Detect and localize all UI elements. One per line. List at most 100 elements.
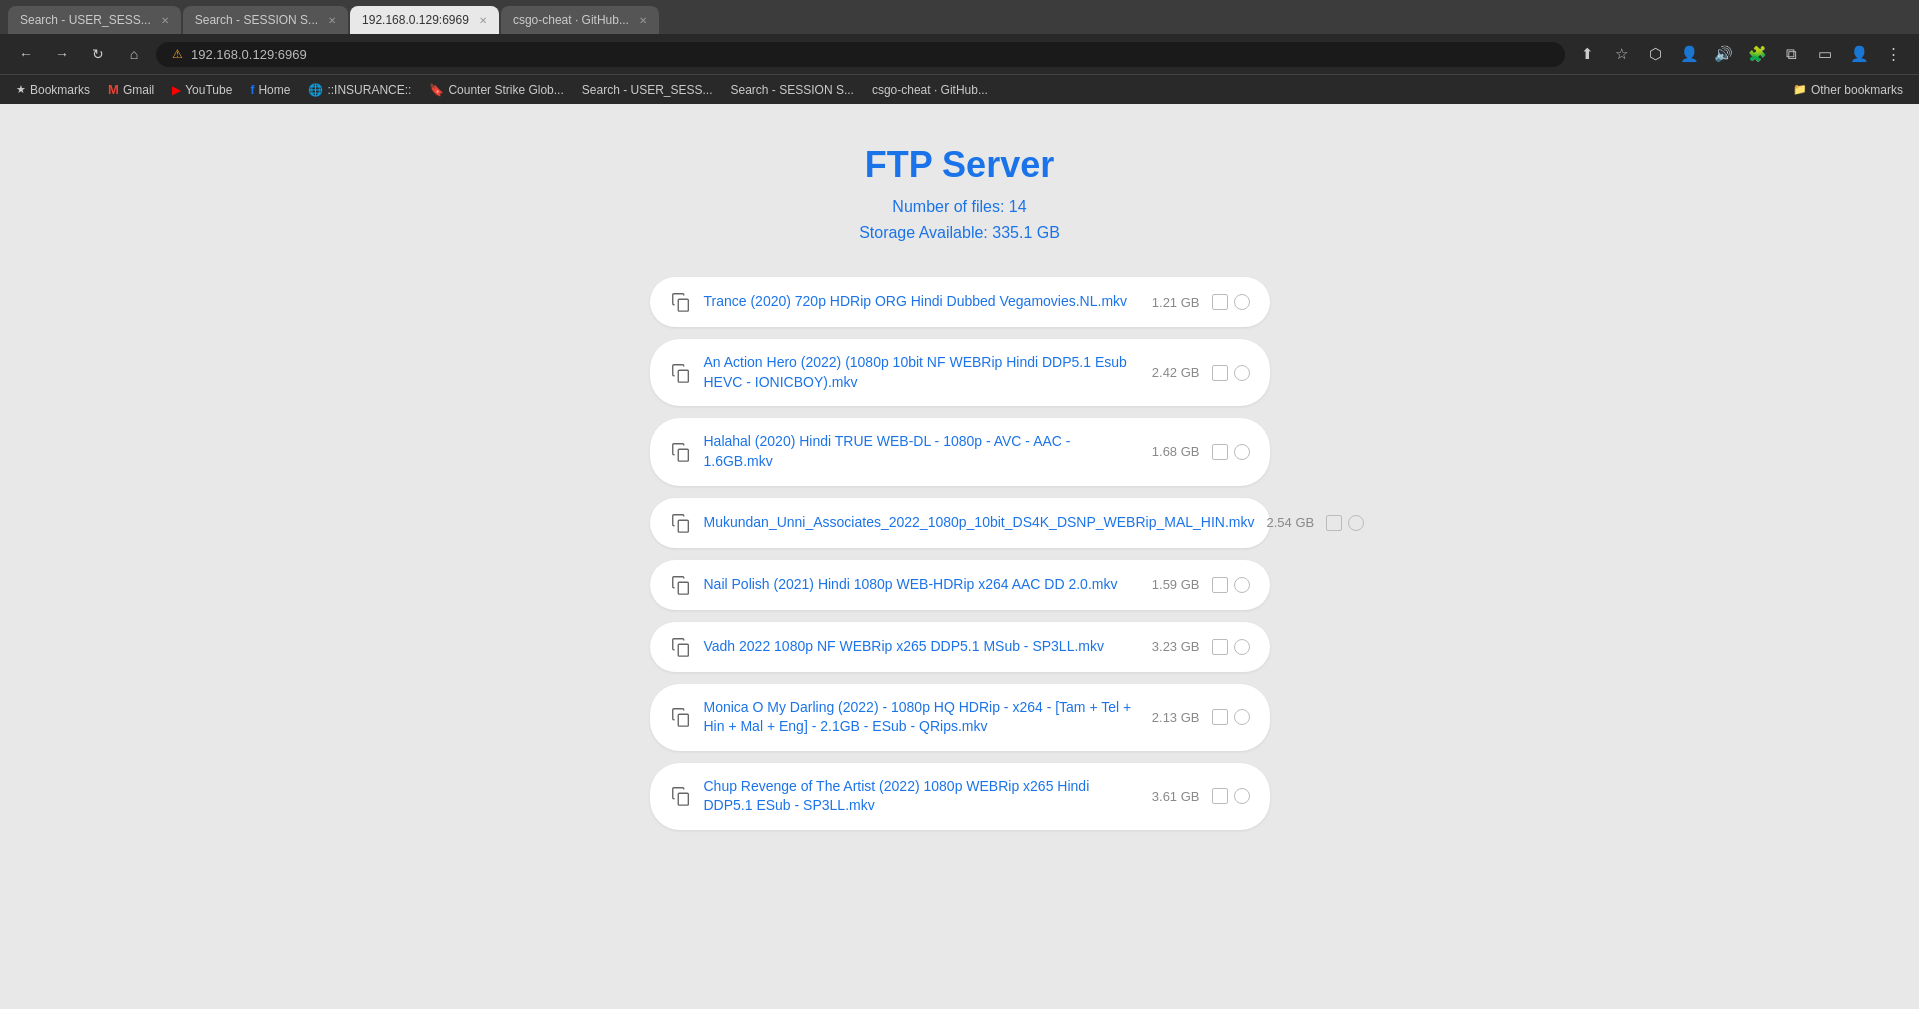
svg-rect-5 — [678, 644, 688, 656]
menu-icon[interactable]: ⋮ — [1879, 40, 1907, 68]
bookmark-home[interactable]: f Home — [242, 81, 298, 99]
file-size: 2.13 GB — [1152, 710, 1200, 725]
home-button[interactable]: ⌂ — [120, 40, 148, 68]
file-radio[interactable] — [1234, 788, 1250, 804]
address-bar[interactable]: ⚠ 192.168.0.129:6969 — [156, 42, 1565, 67]
forward-button[interactable]: → — [48, 40, 76, 68]
file-checkbox[interactable] — [1212, 788, 1228, 804]
file-radio[interactable] — [1234, 365, 1250, 381]
file-name[interactable]: Vadh 2022 1080p NF WEBRip x265 DDP5.1 MS… — [704, 637, 1140, 657]
file-name[interactable]: Chup Revenge of The Artist (2022) 1080p … — [704, 777, 1140, 816]
tab-ftp[interactable]: 192.168.0.129:6969 ✕ — [350, 6, 499, 34]
file-size: 1.59 GB — [1152, 577, 1200, 592]
file-actions — [1212, 444, 1250, 460]
bookmark-label: Search - USER_SESS... — [582, 83, 713, 97]
tab-close-icon[interactable]: ✕ — [328, 15, 336, 26]
youtube-icon: ▶ — [172, 83, 181, 97]
svg-rect-7 — [678, 794, 688, 806]
file-name[interactable]: Halahal (2020) Hindi TRUE WEB-DL - 1080p… — [704, 432, 1140, 471]
file-radio[interactable] — [1234, 294, 1250, 310]
list-item: Chup Revenge of The Artist (2022) 1080p … — [650, 763, 1270, 830]
tabs-icon[interactable]: ⧉ — [1777, 40, 1805, 68]
tab-close-icon[interactable]: ✕ — [161, 15, 169, 26]
bookmark-label: ::INSURANCE:: — [327, 83, 411, 97]
tab-csgo[interactable]: csgo-cheat · GitHub... ✕ — [501, 6, 659, 34]
file-actions — [1212, 709, 1250, 725]
star-icon[interactable]: ☆ — [1607, 40, 1635, 68]
page-content: FTP Server Number of files: 14 Storage A… — [0, 104, 1919, 1003]
file-size: 3.61 GB — [1152, 789, 1200, 804]
file-name[interactable]: Monica O My Darling (2022) - 1080p HQ HD… — [704, 698, 1140, 737]
tab-close-icon[interactable]: ✕ — [639, 15, 647, 26]
file-checkbox[interactable] — [1212, 709, 1228, 725]
copy-icon-svg — [670, 785, 692, 807]
copy-icon-svg — [670, 512, 692, 534]
copy-icon-svg — [670, 362, 692, 384]
copy-icon-svg — [670, 291, 692, 313]
file-checkbox[interactable] — [1212, 294, 1228, 310]
list-item: Monica O My Darling (2022) - 1080p HQ HD… — [650, 684, 1270, 751]
bookmark-csgo-global[interactable]: 🔖 Counter Strike Glob... — [421, 81, 571, 99]
bookmark-search1[interactable]: Search - USER_SESS... — [574, 81, 721, 99]
file-checkbox[interactable] — [1326, 515, 1342, 531]
files-count: Number of files: 14 — [20, 194, 1899, 220]
bookmark-gmail[interactable]: M Gmail — [100, 80, 162, 99]
file-name[interactable]: Nail Polish (2021) Hindi 1080p WEB-HDRip… — [704, 575, 1140, 595]
bookmark-label: Counter Strike Glob... — [448, 83, 563, 97]
ftp-stats: Number of files: 14 Storage Available: 3… — [20, 194, 1899, 245]
file-checkbox[interactable] — [1212, 365, 1228, 381]
file-checkbox[interactable] — [1212, 639, 1228, 655]
other-bookmarks[interactable]: 📁 Other bookmarks — [1785, 81, 1911, 99]
window-icon[interactable]: ▭ — [1811, 40, 1839, 68]
profile-icon[interactable]: 👤 — [1675, 40, 1703, 68]
file-actions — [1212, 577, 1250, 593]
audio-icon[interactable]: 🔊 — [1709, 40, 1737, 68]
tab-label: Search - USER_SESS... — [20, 13, 151, 27]
bookmark-label: Home — [258, 83, 290, 97]
file-name[interactable]: Trance (2020) 720p HDRip ORG Hindi Dubbe… — [704, 292, 1140, 312]
gmail-icon: M — [108, 82, 119, 97]
page-title: FTP Server — [20, 144, 1899, 186]
share-icon[interactable]: ⬆ — [1573, 40, 1601, 68]
extension-icon[interactable]: ⬡ — [1641, 40, 1669, 68]
file-radio[interactable] — [1234, 709, 1250, 725]
file-actions — [1212, 639, 1250, 655]
tab-search1[interactable]: Search - USER_SESS... ✕ — [8, 6, 181, 34]
file-name[interactable]: An Action Hero (2022) (1080p 10bit NF WE… — [704, 353, 1140, 392]
puzzle-icon[interactable]: 🧩 — [1743, 40, 1771, 68]
list-item: An Action Hero (2022) (1080p 10bit NF WE… — [650, 339, 1270, 406]
back-button[interactable]: ← — [12, 40, 40, 68]
file-size: 3.23 GB — [1152, 639, 1200, 654]
tab-search2[interactable]: Search - SESSION S... ✕ — [183, 6, 348, 34]
file-copy-icon — [670, 785, 692, 807]
file-checkbox[interactable] — [1212, 577, 1228, 593]
bookmark-csgo[interactable]: csgo-cheat · GitHub... — [864, 81, 996, 99]
profile2-icon[interactable]: 👤 — [1845, 40, 1873, 68]
file-checkbox[interactable] — [1212, 444, 1228, 460]
bookmarks-bar: ★ Bookmarks M Gmail ▶ YouTube f Home 🌐 :… — [0, 74, 1919, 104]
file-copy-icon — [670, 291, 692, 313]
browser-chrome: Search - USER_SESS... ✕ Search - SESSION… — [0, 0, 1919, 104]
file-radio[interactable] — [1234, 577, 1250, 593]
svg-rect-0 — [678, 299, 688, 311]
star-icon: ★ — [16, 83, 26, 96]
file-radio[interactable] — [1234, 444, 1250, 460]
copy-icon-svg — [670, 574, 692, 596]
bookmark-bookmarks[interactable]: ★ Bookmarks — [8, 81, 98, 99]
file-radio[interactable] — [1234, 639, 1250, 655]
file-copy-icon — [670, 574, 692, 596]
files-list: Trance (2020) 720p HDRip ORG Hindi Dubbe… — [650, 277, 1270, 830]
copy-icon-svg — [670, 636, 692, 658]
bookmark-search2[interactable]: Search - SESSION S... — [723, 81, 862, 99]
facebook-icon: f — [250, 83, 254, 97]
file-size: 1.21 GB — [1152, 295, 1200, 310]
file-name[interactable]: Mukundan_Unni_Associates_2022_1080p_10bi… — [704, 513, 1255, 533]
file-radio[interactable] — [1348, 515, 1364, 531]
bookmark-insurance[interactable]: 🌐 ::INSURANCE:: — [300, 81, 419, 99]
svg-rect-6 — [678, 714, 688, 726]
bookmark-label: Gmail — [123, 83, 154, 97]
bookmark-youtube[interactable]: ▶ YouTube — [164, 81, 240, 99]
reload-button[interactable]: ↻ — [84, 40, 112, 68]
file-copy-icon — [670, 706, 692, 728]
tab-close-icon[interactable]: ✕ — [479, 15, 487, 26]
